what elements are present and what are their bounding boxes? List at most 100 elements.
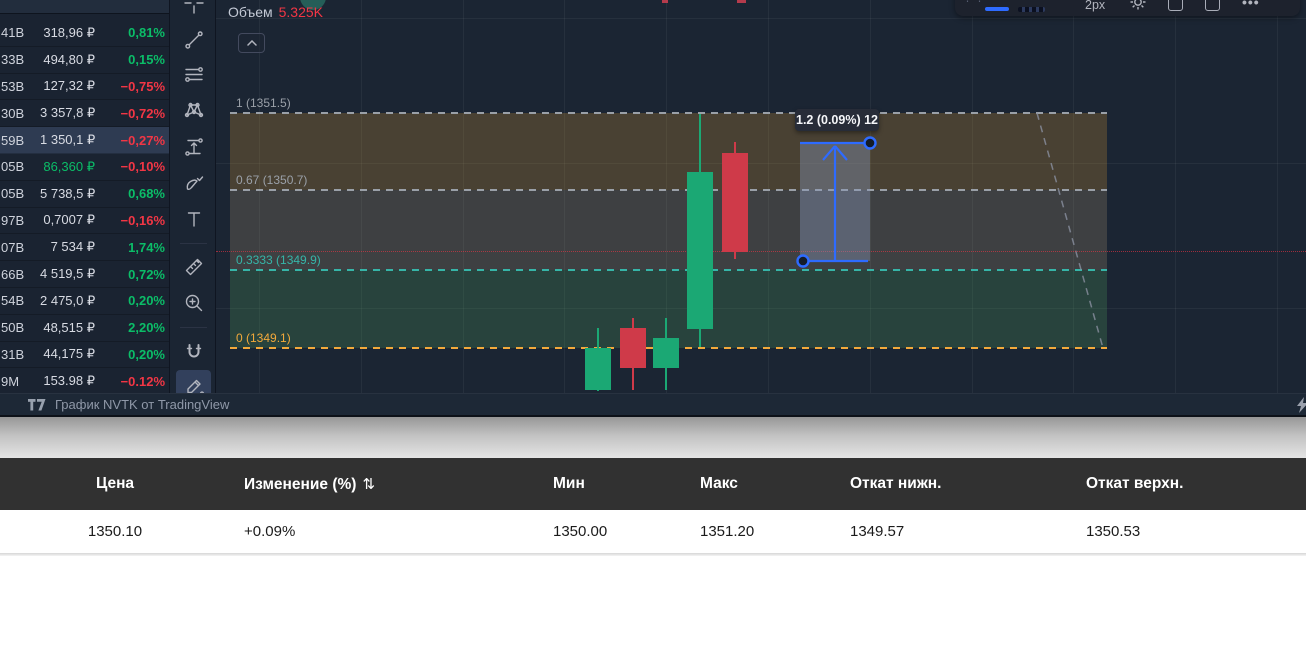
chart-area[interactable]: 1 (1351.5) 0.67 (1350.7) 0.3333 (1349.9) 0 …	[216, 0, 1306, 393]
table-value-1: 1350.10	[87, 523, 143, 540]
drag-handle-icon[interactable]: ⋮⋮	[962, 0, 986, 4]
last-price: 494,80 ₽	[43, 51, 95, 67]
zoom-in-tool-icon[interactable]	[176, 287, 211, 319]
gridline	[216, 18, 1306, 19]
last-price: 1 350,1 ₽	[40, 132, 96, 148]
sort-icon[interactable]: ⇅	[362, 476, 375, 493]
last-price: 0,7007 ₽	[43, 212, 95, 228]
table-header-5: Откат нижн.	[850, 475, 942, 492]
watchlist-row[interactable]: 41B 318,96 ₽ 0,81%	[0, 20, 169, 47]
change-percent: 2,20%	[128, 320, 165, 336]
change-percent: 0,72%	[128, 266, 165, 282]
candle	[585, 328, 611, 391]
watchlist-row[interactable]: 54B 2 475,0 ₽ 0,20%	[0, 288, 169, 315]
watchlist-row[interactable]: 07B 7 534 ₽ 1,74%	[0, 234, 169, 262]
line-color-swatch[interactable]	[985, 7, 1009, 11]
lock-icon[interactable]	[1168, 0, 1183, 11]
watchlist-row[interactable]: 05B 5 738,5 ₽ 0,68%	[0, 181, 169, 208]
change-percent: 1,74%	[128, 239, 165, 255]
trading-chart-widget: 41B 318,96 ₽ 0,81% 33B 494,80 ₽ 0,15% 53B 127,3…	[0, 0, 1306, 417]
volume-legend: Объем 5.325K	[228, 4, 323, 20]
change-percent: 0,20%	[128, 293, 165, 309]
market-cap: 97B	[1, 212, 25, 228]
fib-zone	[230, 113, 1107, 190]
market-cap: 53B	[1, 78, 25, 94]
last-price: 4 519,5 ₽	[40, 266, 96, 282]
price-range-tool-icon[interactable]	[176, 131, 211, 163]
fib-level-line[interactable]	[230, 112, 1107, 114]
watchlist-row[interactable]: 59B 1 350,1 ₽ −0,27%	[0, 127, 169, 154]
cross-line-tool-icon[interactable]	[176, 0, 211, 24]
watchlist-row[interactable]: 05B 86,360 ₽ −0,10%	[0, 154, 169, 181]
fib-level-label: 0.67 (1350.7)	[236, 173, 308, 187]
measure-handle-top[interactable]	[863, 136, 877, 150]
last-price: 127,32 ₽	[43, 78, 95, 94]
widget-bottom-edge	[0, 415, 1306, 417]
watchlist-row[interactable]: 31B 44,175 ₽ 0,20%	[0, 342, 169, 369]
toolbar-divider	[180, 327, 207, 328]
legend-fragment	[662, 0, 668, 3]
volume-value: 5.325K	[278, 4, 323, 20]
drawing-properties-toolbar: ⋮⋮ 2px •••	[955, 0, 1300, 16]
settings-gear-icon[interactable]	[1128, 0, 1148, 17]
drawing-toolbar	[171, 0, 216, 402]
market-cap: 54B	[1, 293, 25, 309]
market-cap: 9M	[1, 373, 20, 389]
candle-body	[653, 338, 679, 368]
fib-level-label: 0 (1349.1)	[236, 331, 291, 345]
watchlist-row[interactable]: 97B 0,7007 ₽ −0,16%	[0, 208, 169, 235]
brush-tool-icon[interactable]	[176, 167, 211, 199]
table-header-4: Макс	[700, 475, 738, 492]
last-price: 5 738,5 ₽	[40, 185, 96, 201]
watchlist-row[interactable]: 9M 153.98 ₽ −0.12%	[0, 368, 169, 396]
trend-line-tool-icon[interactable]	[176, 24, 211, 56]
fib-level-line[interactable]	[230, 189, 1107, 191]
table-bottom-divider	[0, 553, 1306, 556]
gridline	[1277, 0, 1278, 393]
candle-body	[687, 172, 713, 329]
watchlist-panel: 41B 318,96 ₽ 0,81% 33B 494,80 ₽ 0,15% 53B 127,3…	[0, 0, 170, 396]
watchlist-row[interactable]: 53B 127,32 ₽ −0,75%	[0, 74, 169, 101]
change-percent: 0,68%	[128, 186, 165, 202]
market-cap: 33B	[1, 52, 25, 68]
change-percent: 0,20%	[128, 346, 165, 362]
watchlist-row[interactable]: 66B 4 519,5 ₽ 0,72%	[0, 261, 169, 288]
last-price: 318,96 ₽	[43, 24, 95, 40]
ruler-tool-icon[interactable]	[176, 251, 211, 283]
delete-icon[interactable]	[1205, 0, 1220, 11]
watchlist-row[interactable]: 33B 494,80 ₽ 0,15%	[0, 47, 169, 74]
candle-body	[722, 153, 748, 252]
measure-handle-bottom[interactable]	[796, 254, 810, 268]
page-gap	[0, 417, 1306, 458]
change-percent: −0,10%	[120, 159, 165, 175]
magnet-tool-icon[interactable]	[176, 336, 211, 368]
line-width-label[interactable]: 2px	[1085, 0, 1105, 12]
change-percent: −0,75%	[120, 78, 165, 94]
fib-level-label: 1 (1351.5)	[236, 96, 291, 110]
table-value-3: 1350.00	[553, 523, 608, 540]
fib-zone	[230, 190, 1107, 270]
xabcd-pattern-tool-icon[interactable]	[176, 94, 211, 126]
table-header-2[interactable]: Изменение (%) ⇅	[230, 475, 530, 494]
expand-pane-button[interactable]	[238, 33, 265, 53]
more-options-icon[interactable]: •••	[1242, 0, 1260, 10]
background-color-swatch[interactable]	[1018, 7, 1045, 12]
market-cap: 50B	[1, 320, 25, 336]
fib-level-line[interactable]	[230, 269, 1107, 271]
measure-arrow[interactable]	[776, 130, 896, 275]
last-price: 2 475,0 ₽	[40, 292, 96, 308]
tradingview-logo	[28, 398, 46, 410]
toolbar-divider	[180, 243, 207, 244]
watchlist-row[interactable]: 50B 48,515 ₽ 2,20%	[0, 315, 169, 342]
current-price-line	[216, 251, 1306, 252]
volume-label: Объем	[228, 4, 273, 20]
watchlist-row[interactable]: 30B 3 357,8 ₽ −0,72%	[0, 100, 169, 128]
candle	[653, 318, 679, 390]
table-header-1: Цена	[95, 475, 135, 492]
lightning-bolt-icon	[1297, 397, 1306, 413]
text-tool-icon[interactable]	[176, 203, 211, 235]
legend-fragment	[737, 0, 746, 3]
table-header-3: Мин	[553, 475, 585, 492]
attribution-link[interactable]: График NVTK от TradingView	[55, 397, 229, 412]
parallel-channel-tool-icon[interactable]	[176, 59, 211, 91]
